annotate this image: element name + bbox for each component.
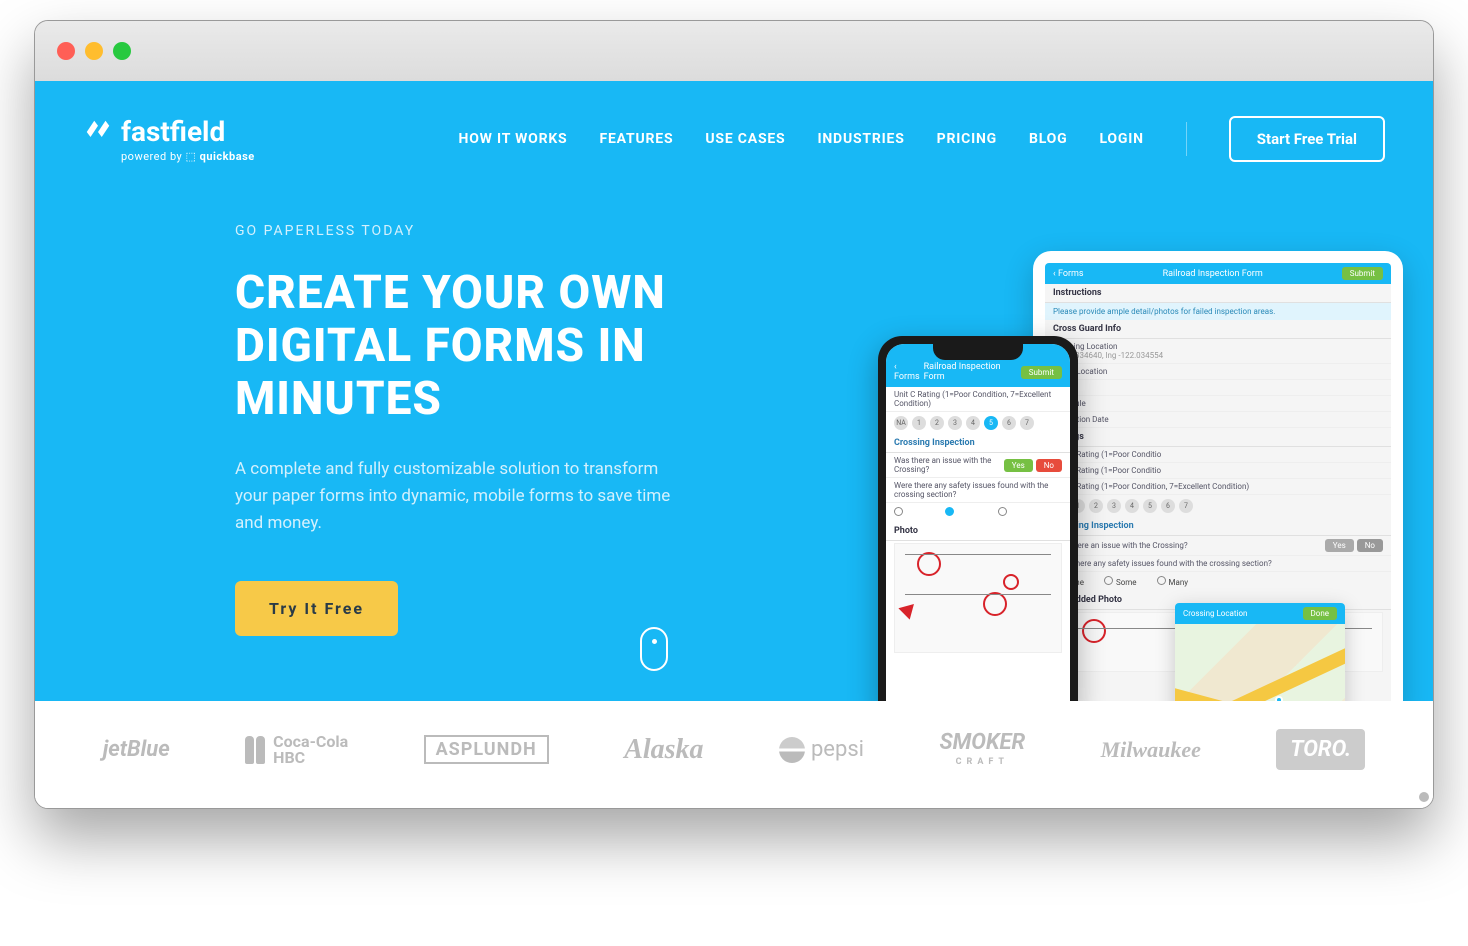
phone-mockup: ‹ Forms Railroad Inspection Form Submit … [878,336,1078,701]
client-logos-strip: jetBlue Coca-Cola HBC ASPLUNDH Alaska pe… [35,701,1433,808]
logo-asplundh: ASPLUNDH [424,735,549,764]
pepsi-icon [779,737,805,763]
nav-pricing[interactable]: PRICING [937,131,997,147]
tablet-guard-location: Guard Location [1045,364,1391,380]
hero-section: fastfield powered by ⬚ quickbase HOW IT … [35,81,1433,701]
map-title: Crossing Location [1183,609,1247,618]
browser-chrome [35,21,1433,81]
hero-text: GO PAPERLESS TODAY CREATE YOUR OWN DIGIT… [235,223,795,636]
minimize-window-button[interactable] [85,42,103,60]
logo-pepsi: pepsi [779,737,864,763]
maximize-window-button[interactable] [113,42,131,60]
nav-blog[interactable]: BLOG [1029,131,1067,147]
logo-alaska: Alaska [624,734,703,766]
tablet-crossing-location-value: lat 37.334640, lng -122.034554 [1053,351,1383,360]
phone-diagram [894,543,1062,653]
logo-milwaukee: Milwaukee [1101,737,1201,763]
hero-title: CREATE YOUR OWN DIGITAL FORMS IN MINUTES [235,267,795,426]
hero-description: A complete and fully customizable soluti… [235,456,685,538]
phone-form-title: Railroad Inspection Form [924,362,1021,382]
phone-photo-label: Photo [886,522,1070,541]
nav-divider [1186,122,1187,156]
nav-use-cases[interactable]: USE CASES [705,131,785,147]
tablet-crossing-location-label: Crossing Location [1053,342,1383,351]
device-mockups: ‹ Forms Railroad Inspection Form Submit … [878,251,1403,701]
tablet-yes-button: Yes [1325,539,1354,552]
phone-unit-c-label: Unit C Rating (1=Poor Condition, 7=Excel… [886,387,1070,412]
phone-rating-scale: NA 1 2 3 4 5 6 7 [886,412,1070,434]
nav-login[interactable]: LOGIN [1099,131,1143,147]
nav-links: HOW IT WORKS FEATURES USE CASES INDUSTRI… [459,116,1385,162]
close-window-button[interactable] [57,42,75,60]
browser-viewport: fastfield powered by ⬚ quickbase HOW IT … [35,81,1433,808]
phone-options: None Some Many [886,503,1070,522]
tablet-unit-b: Unit B Rating (1=Poor Conditio [1045,463,1391,479]
tablet-no-button: No [1357,539,1383,552]
logo-smokercraft: SMOKER CRAFT [939,733,1025,767]
tablet-unit-c: Unit C Rating (1=Poor Condition, 7=Excel… [1045,479,1391,495]
logo-icon [83,117,113,147]
brand-name: fastfield [121,115,225,148]
nav-industries[interactable]: INDUSTRIES [817,131,904,147]
tablet-instructions-text: Please provide ample detail/photos for f… [1045,303,1391,320]
phone-q1: Was there an issue with the Crossing? [894,456,1004,474]
logo-jetblue: jetBlue [103,737,170,762]
scrollbar-down[interactable] [1419,792,1429,802]
logo-toro: TORO. [1276,729,1365,770]
tablet-q2: Were there any safety issues found with … [1045,556,1391,572]
tablet-back-button: ‹ Forms [1053,269,1084,279]
phone-back-button: ‹ Forms [894,362,924,382]
tablet-rating-scale: NA1234567 [1045,495,1391,517]
tablet-crossing-inspection-header: Crossing Inspection [1045,517,1391,536]
phone-yes-button: Yes [1004,459,1033,472]
nav-how-it-works[interactable]: HOW IT WORKS [459,131,568,147]
brand-logo[interactable]: fastfield powered by ⬚ quickbase [83,115,255,163]
logo-cocacola: Coca-Cola HBC [245,734,348,766]
phone-q2: Were there any safety issues found with … [886,478,1070,503]
browser-frame: fastfield powered by ⬚ quickbase HOW IT … [34,20,1434,809]
tablet-submit-button: Submit [1342,267,1383,280]
try-it-free-button[interactable]: Try It Free [235,581,398,636]
phone-no-button: No [1036,459,1062,472]
nav-features[interactable]: FEATURES [599,131,673,147]
tablet-options: None Some Many [1045,572,1391,591]
tablet-schedule: Schedule [1045,396,1391,412]
tablet-form-title: Railroad Inspection Form [1163,269,1263,279]
tablet-county: County [1045,380,1391,396]
map-done-button: Done [1303,607,1337,620]
phone-submit-button: Submit [1021,366,1062,379]
tablet-inspection-date: Inspection Date [1045,412,1391,428]
main-nav: fastfield powered by ⬚ quickbase HOW IT … [35,81,1433,163]
tablet-instructions-label: Instructions [1045,284,1391,303]
tablet-unit-a: Unit A Rating (1=Poor Conditio [1045,447,1391,463]
phone-crossing-inspection-header: Crossing Inspection [886,434,1070,453]
brand-tagline: powered by ⬚ quickbase [121,150,255,163]
bottle-icon [245,734,267,766]
tablet-ratings-header: Ratings [1045,428,1391,447]
tablet-crossguard-header: Cross Guard Info [1045,320,1391,339]
map-popup: Crossing Location Done [1175,603,1345,701]
hero-eyebrow: GO PAPERLESS TODAY [235,223,795,239]
start-free-trial-button[interactable]: Start Free Trial [1229,116,1385,162]
map-icon [1175,624,1345,701]
